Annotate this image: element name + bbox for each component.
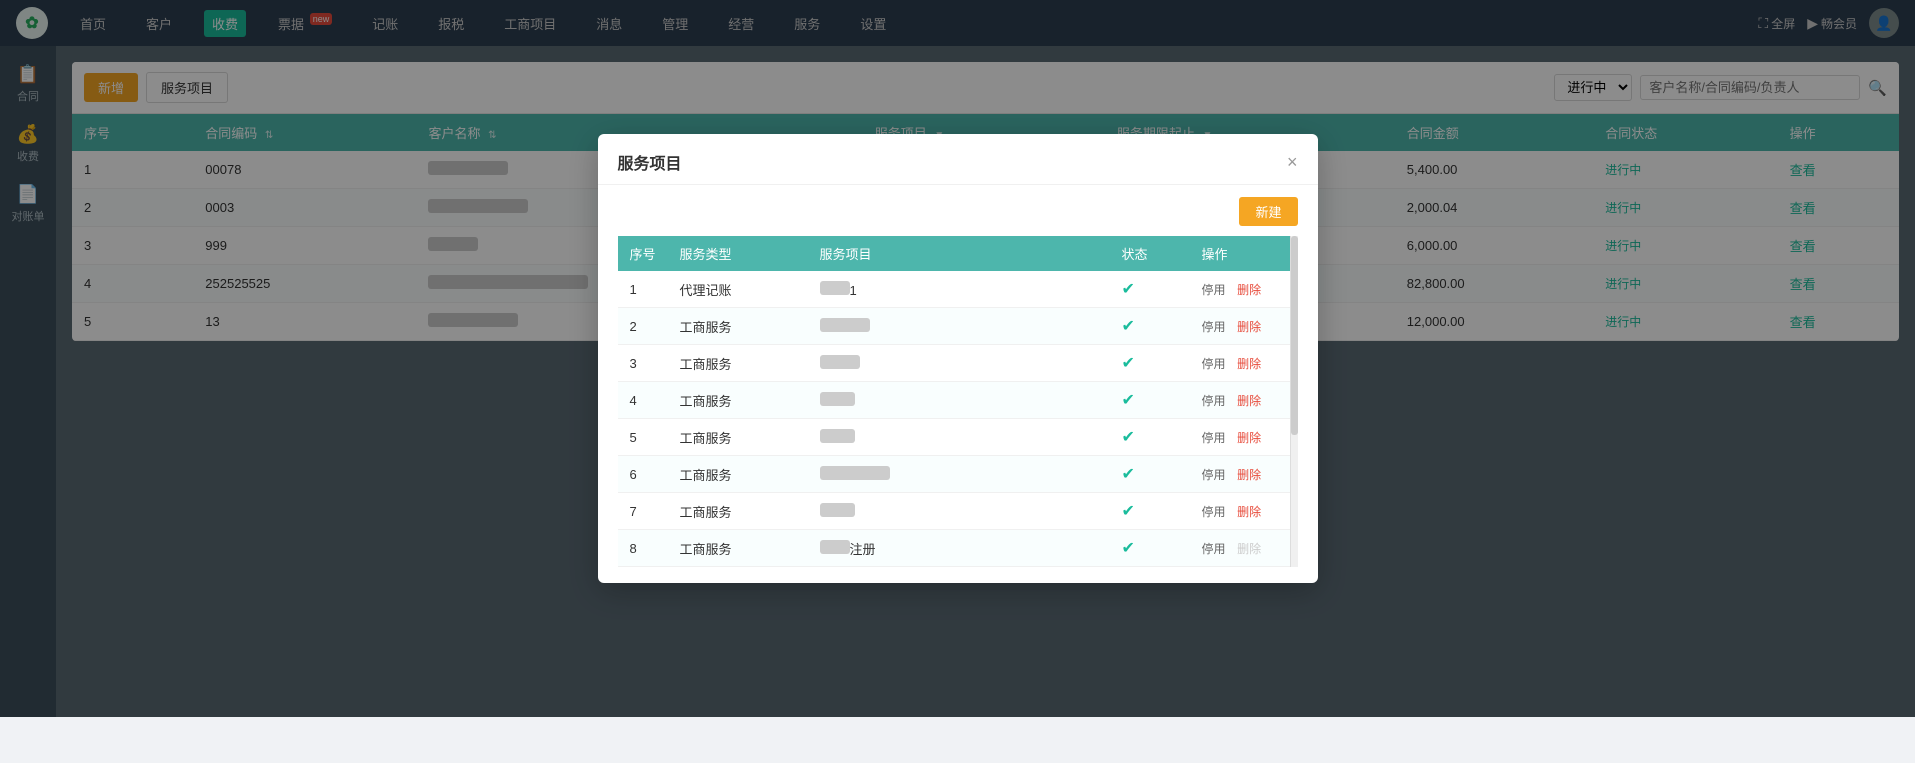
modal-cell-seq: 5 <box>618 419 668 456</box>
stop-button[interactable]: 停用 <box>1202 542 1226 556</box>
modal-cell-seq: 4 <box>618 382 668 419</box>
modal-cell-type: 工商服务 <box>668 419 808 456</box>
modal-cell-status: ✔ <box>1110 345 1190 382</box>
modal-cell-item <box>808 382 1110 419</box>
modal-title: 服务项目 <box>618 150 682 174</box>
modal-col-item: 服务项目 <box>808 236 1110 271</box>
delete-button[interactable]: 删除 <box>1237 357 1261 371</box>
stop-button[interactable]: 停用 <box>1202 283 1226 297</box>
modal-cell-item <box>808 308 1110 345</box>
modal-cell-seq: 8 <box>618 530 668 567</box>
modal-cell-action: 停用 删除 <box>1190 493 1290 530</box>
modal-cell-seq: 3 <box>618 345 668 382</box>
modal-new-button[interactable]: 新建 <box>1239 197 1297 226</box>
modal-table-row: 4 工商服务 ✔ 停用 删除 <box>618 382 1290 419</box>
delete-button[interactable]: 删除 <box>1237 468 1261 482</box>
modal-cell-status: ✔ <box>1110 382 1190 419</box>
modal-table-row: 6 工商服务 ✔ 停用 删除 <box>618 456 1290 493</box>
stop-button[interactable]: 停用 <box>1202 394 1226 408</box>
delete-button[interactable]: 删除 <box>1237 431 1261 445</box>
modal-table-row: 7 工商服务 ✔ 停用 删除 <box>618 493 1290 530</box>
modal-header: 服务项目 × <box>598 134 1318 185</box>
scrollbar[interactable] <box>1290 236 1298 567</box>
modal-col-seq: 序号 <box>618 236 668 271</box>
modal-cell-seq: 1 <box>618 271 668 308</box>
stop-button[interactable]: 停用 <box>1202 468 1226 482</box>
modal-table-row: 8 工商服务 注册 ✔ 停用 删除 <box>618 530 1290 567</box>
modal-cell-status: ✔ <box>1110 419 1190 456</box>
modal-overlay[interactable]: 服务项目 × 新建 序号 服务类型 服务项目 状态 操作 <box>0 0 1915 717</box>
modal-cell-action: 停用 删除 <box>1190 456 1290 493</box>
modal-col-action: 操作 <box>1190 236 1290 271</box>
delete-button[interactable]: 删除 <box>1237 320 1261 334</box>
modal-cell-type: 工商服务 <box>668 530 808 567</box>
modal-cell-status: ✔ <box>1110 308 1190 345</box>
modal-cell-item <box>808 345 1110 382</box>
delete-button[interactable]: 删除 <box>1237 394 1261 408</box>
modal-cell-status: ✔ <box>1110 493 1190 530</box>
modal-cell-action: 停用 删除 <box>1190 271 1290 308</box>
modal-cell-item: 1 <box>808 271 1110 308</box>
modal-cell-action: 停用 删除 <box>1190 419 1290 456</box>
modal-cell-action: 停用 删除 <box>1190 382 1290 419</box>
modal-box: 服务项目 × 新建 序号 服务类型 服务项目 状态 操作 <box>598 134 1318 583</box>
modal-cell-item <box>808 419 1110 456</box>
modal-cell-type: 工商服务 <box>668 308 808 345</box>
modal-cell-action: 停用 删除 <box>1190 308 1290 345</box>
modal-cell-type: 工商服务 <box>668 382 808 419</box>
modal-toolbar: 新建 <box>618 197 1298 226</box>
modal-cell-item: 注册 <box>808 530 1110 567</box>
modal-col-type: 服务类型 <box>668 236 808 271</box>
modal-col-status: 状态 <box>1110 236 1190 271</box>
modal-body: 新建 序号 服务类型 服务项目 状态 操作 <box>598 185 1318 583</box>
modal-cell-status: ✔ <box>1110 530 1190 567</box>
delete-button[interactable]: 删除 <box>1237 283 1261 297</box>
modal-service-table: 序号 服务类型 服务项目 状态 操作 1 代理记账 1 ✔ <box>618 236 1290 567</box>
modal-cell-status: ✔ <box>1110 271 1190 308</box>
modal-cell-type: 代理记账 <box>668 271 808 308</box>
stop-button[interactable]: 停用 <box>1202 505 1226 519</box>
stop-button[interactable]: 停用 <box>1202 431 1226 445</box>
modal-table-row: 1 代理记账 1 ✔ 停用 删除 <box>618 271 1290 308</box>
delete-button[interactable]: 删除 <box>1237 542 1261 556</box>
delete-button[interactable]: 删除 <box>1237 505 1261 519</box>
modal-cell-item <box>808 456 1110 493</box>
modal-cell-type: 工商服务 <box>668 456 808 493</box>
modal-table-row: 3 工商服务 ✔ 停用 删除 <box>618 345 1290 382</box>
modal-close-button[interactable]: × <box>1287 153 1298 171</box>
stop-button[interactable]: 停用 <box>1202 357 1226 371</box>
modal-cell-seq: 2 <box>618 308 668 345</box>
modal-cell-type: 工商服务 <box>668 345 808 382</box>
modal-cell-type: 工商服务 <box>668 493 808 530</box>
modal-cell-item <box>808 493 1110 530</box>
modal-cell-action: 停用 删除 <box>1190 345 1290 382</box>
modal-table-row: 2 工商服务 ✔ 停用 删除 <box>618 308 1290 345</box>
modal-cell-action: 停用 删除 <box>1190 530 1290 567</box>
stop-button[interactable]: 停用 <box>1202 320 1226 334</box>
modal-cell-seq: 7 <box>618 493 668 530</box>
modal-table-row: 5 工商服务 ✔ 停用 删除 <box>618 419 1290 456</box>
modal-cell-seq: 6 <box>618 456 668 493</box>
modal-cell-status: ✔ <box>1110 456 1190 493</box>
